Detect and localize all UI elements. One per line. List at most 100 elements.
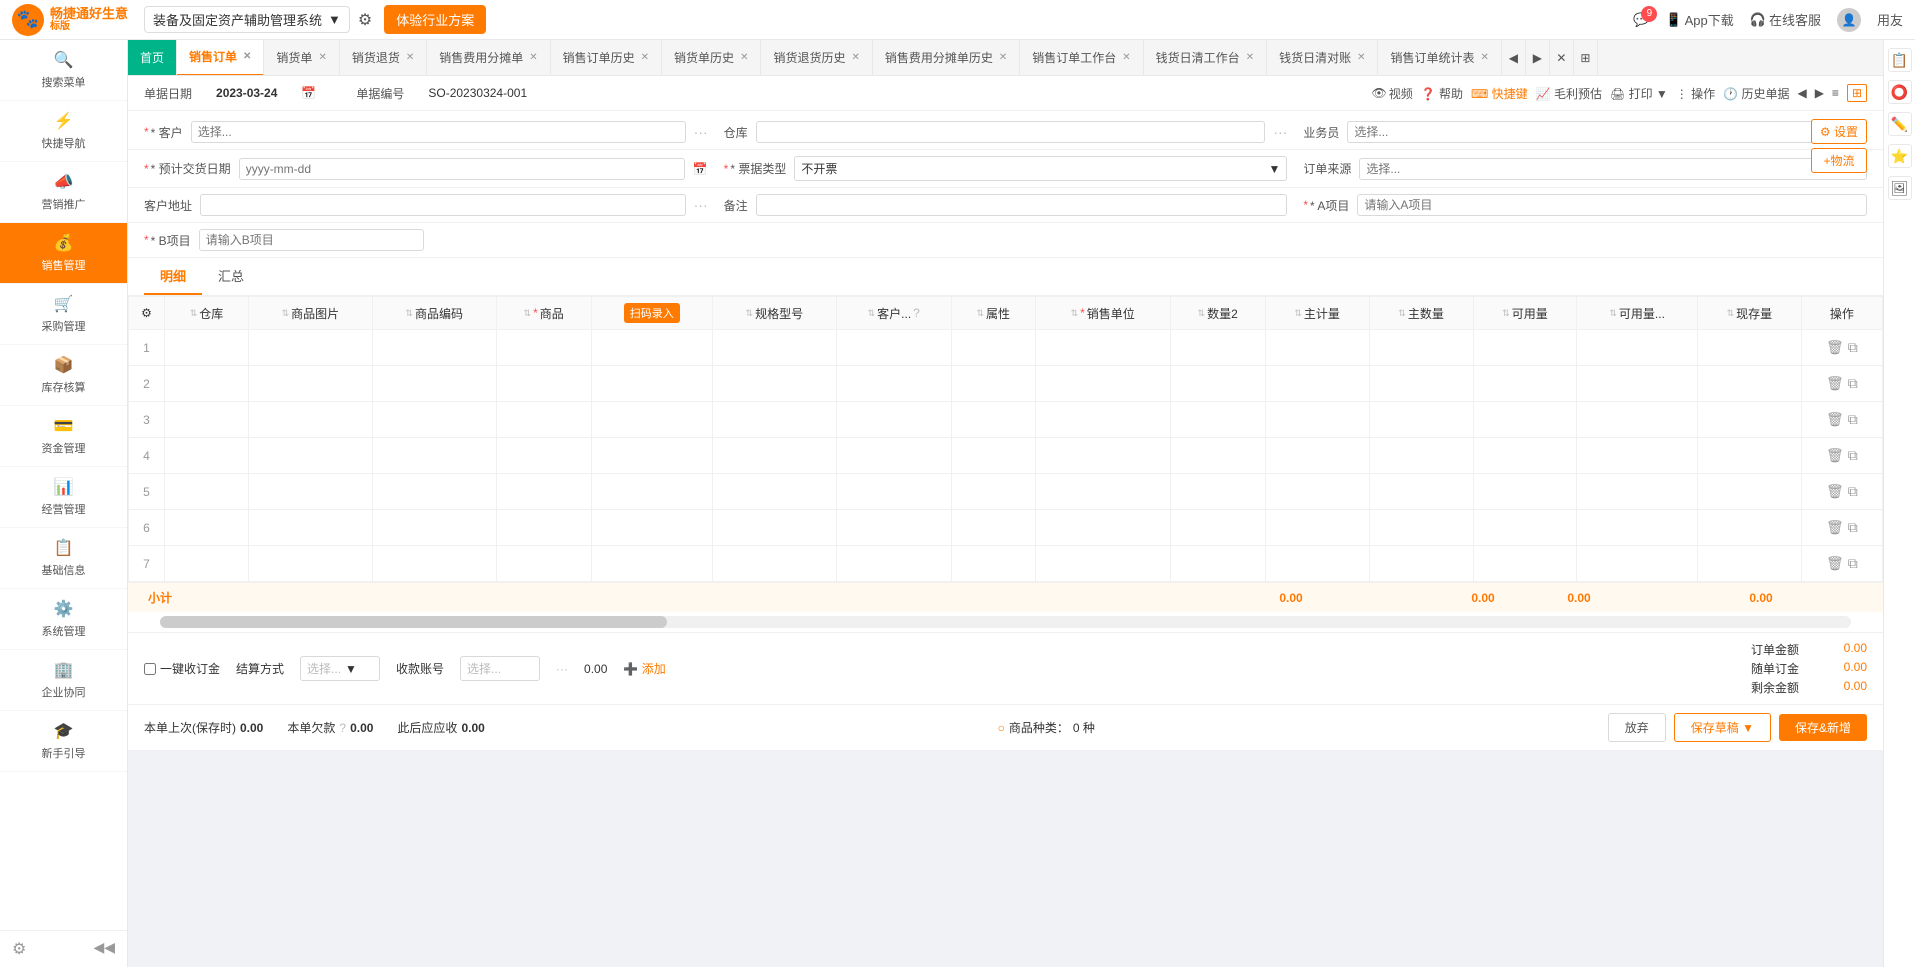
row-product-1[interactable] <box>496 330 591 366</box>
tab-fee-split[interactable]: 销售费用分摊单 ✕ <box>427 40 550 76</box>
add-btn[interactable]: ➕ 添加 <box>623 660 665 677</box>
right-panel-icon-5[interactable]: 🖼 <box>1888 176 1912 200</box>
row-main-qty-1[interactable] <box>1369 330 1473 366</box>
tab-detail[interactable]: 明细 <box>144 258 202 295</box>
tab-close-cash-daily[interactable]: ✕ <box>1246 52 1254 63</box>
right-panel-icon-3[interactable]: ✏️ <box>1888 112 1912 136</box>
tab-cash-daily[interactable]: 钱货日清工作台 ✕ <box>1144 40 1267 76</box>
header-prev-btn[interactable]: ◀ <box>1797 86 1806 100</box>
tab-sales-refund[interactable]: 销货退货 ✕ <box>340 40 427 76</box>
date-value[interactable]: 2023-03-24 <box>216 86 277 100</box>
horizontal-scrollbar[interactable] <box>160 616 1851 628</box>
sidebar-item-finance[interactable]: 💳 资金管理 <box>0 406 127 467</box>
tab-close-return-history[interactable]: ✕ <box>740 52 748 63</box>
copy-icon-1[interactable]: ⧉ <box>1848 339 1858 356</box>
calendar-icon[interactable]: 📅 <box>301 86 316 100</box>
preview-link[interactable]: 👁 视频 <box>1371 85 1412 102</box>
tab-order-history[interactable]: 销售订单历史 ✕ <box>551 40 662 76</box>
system-title[interactable]: 装备及固定资产辅助管理系统 ▼ <box>144 6 350 33</box>
tab-close-fee-split[interactable]: ✕ <box>529 52 537 63</box>
copy-icon-2[interactable]: ⧉ <box>1848 375 1858 392</box>
tab-close-sales-return[interactable]: ✕ <box>318 52 326 63</box>
project-a-input[interactable] <box>1357 194 1867 216</box>
settlement-select[interactable]: 选择... ▼ <box>300 656 380 681</box>
copy-icon-7[interactable]: ⧉ <box>1848 555 1858 572</box>
delete-icon-5[interactable]: 🗑 <box>1826 483 1844 500</box>
dots-more[interactable]: ··· <box>556 662 568 676</box>
right-panel-icon-1[interactable]: 📋 <box>1888 48 1912 72</box>
delete-icon-4[interactable]: 🗑 <box>1826 447 1844 464</box>
delete-icon-6[interactable]: 🗑 <box>1826 519 1844 536</box>
sidebar-item-sales[interactable]: 💰 销售管理 <box>0 223 127 284</box>
tab-fee-history[interactable]: 销售费用分摊单历史 ✕ <box>873 40 1020 76</box>
tab-close-sales-order[interactable]: ✕ <box>243 51 251 62</box>
row-property-2[interactable] <box>951 366 1035 402</box>
copy-icon-5[interactable]: ⧉ <box>1848 483 1858 500</box>
sidebar-item-enterprise[interactable]: 🏢 企业协同 <box>0 650 127 711</box>
row-spec-1[interactable] <box>712 330 836 366</box>
tab-expand-btn[interactable]: ⊞ <box>1574 40 1598 76</box>
tab-workbench[interactable]: 销售订单工作台 ✕ <box>1020 40 1143 76</box>
sidebar-gear-icon[interactable]: ⚙ <box>12 939 26 959</box>
sidebar-item-search[interactable]: 🔍 搜索菜单 <box>0 40 127 101</box>
header-expand-btn[interactable]: ⊞ <box>1847 84 1867 102</box>
row-product-2[interactable] <box>496 366 591 402</box>
row-qty2-1[interactable] <box>1170 330 1265 366</box>
tab-return-history[interactable]: 销货单历史 ✕ <box>662 40 761 76</box>
tab-next-btn[interactable]: ▶ <box>1526 40 1550 76</box>
remark-input[interactable] <box>756 194 1288 216</box>
project-b-input[interactable] <box>199 229 424 251</box>
delete-icon-7[interactable]: 🗑 <box>1826 555 1844 572</box>
header-next-btn[interactable]: ▶ <box>1815 86 1824 100</box>
row-property-1[interactable] <box>951 330 1035 366</box>
discard-button[interactable]: 放弃 <box>1608 713 1666 742</box>
row-code-1[interactable] <box>372 330 496 366</box>
row-customer-code-1[interactable] <box>836 330 951 366</box>
operations-link[interactable]: ⋮ 操作 <box>1676 85 1715 102</box>
sidebar-item-guide[interactable]: 🎓 新手引导 <box>0 711 127 772</box>
sidebar-collapse-btn[interactable]: ◀◀ <box>93 939 115 959</box>
quick-collect-label[interactable]: 一键收订金 <box>144 660 220 677</box>
header-list-btn[interactable]: ≡ <box>1832 86 1839 100</box>
account-select[interactable]: 选择... <box>460 656 540 681</box>
print-link[interactable]: 🖨 打印 ▼ <box>1610 85 1668 102</box>
copy-icon-4[interactable]: ⧉ <box>1848 447 1858 464</box>
tab-close-order-history[interactable]: ✕ <box>641 52 649 63</box>
right-panel-icon-4[interactable]: ⭐ <box>1888 144 1912 168</box>
delete-icon-1[interactable]: 🗑 <box>1826 339 1844 356</box>
order-source-input[interactable] <box>1359 158 1867 180</box>
warehouse-input[interactable]: 成品库 <box>756 121 1266 143</box>
tab-close-refund-history[interactable]: ✕ <box>851 52 859 63</box>
right-panel-icon-2[interactable]: ⭕ <box>1888 80 1912 104</box>
tab-sales-return[interactable]: 销货单 ✕ <box>264 40 339 76</box>
online-support[interactable]: 🎧 在线客服 <box>1750 10 1821 29</box>
tab-sales-order[interactable]: 销售订单 ✕ <box>177 40 264 76</box>
scroll-thumb[interactable] <box>160 616 667 628</box>
tab-close-workbench[interactable]: ✕ <box>1122 52 1130 63</box>
sidebar-item-basic[interactable]: 📋 基础信息 <box>0 528 127 589</box>
sidebar-item-operation[interactable]: 📊 经营管理 <box>0 467 127 528</box>
address-input[interactable] <box>200 194 686 216</box>
username[interactable]: 用友 <box>1877 10 1903 29</box>
tab-sales-stats[interactable]: 销售订单统计表 ✕ <box>1378 40 1501 76</box>
tab-close-sales-stats[interactable]: ✕ <box>1481 52 1489 63</box>
tab-close-cash-reconcile[interactable]: ✕ <box>1357 52 1365 63</box>
add-item-button[interactable]: +物流 <box>1811 148 1867 173</box>
scan-button[interactable]: 扫码录入 <box>624 303 680 323</box>
sidebar-item-quick[interactable]: ⚡ 快捷导航 <box>0 101 127 162</box>
row-code-2[interactable] <box>372 366 496 402</box>
row-unit-2[interactable] <box>1035 366 1170 402</box>
history-link[interactable]: 🕐 历史单据 <box>1723 85 1789 102</box>
save-new-button[interactable]: 保存&新增 <box>1779 714 1867 741</box>
sidebar-item-purchase[interactable]: 🛒 采购管理 <box>0 284 127 345</box>
settings-gear-icon[interactable]: ⚙ <box>358 10 372 30</box>
copy-icon-3[interactable]: ⧉ <box>1848 411 1858 428</box>
sidebar-item-inventory[interactable]: 📦 库存核算 <box>0 345 127 406</box>
copy-icon-6[interactable]: ⧉ <box>1848 519 1858 536</box>
delete-icon-3[interactable]: 🗑 <box>1826 411 1844 428</box>
staff-input[interactable] <box>1347 121 1845 143</box>
delivery-calendar-icon[interactable]: 📅 <box>693 162 708 176</box>
app-download[interactable]: 📱 App下载 <box>1665 10 1733 29</box>
sidebar-item-marketing[interactable]: 📣 营销推广 <box>0 162 127 223</box>
row-qty2-2[interactable] <box>1170 366 1265 402</box>
